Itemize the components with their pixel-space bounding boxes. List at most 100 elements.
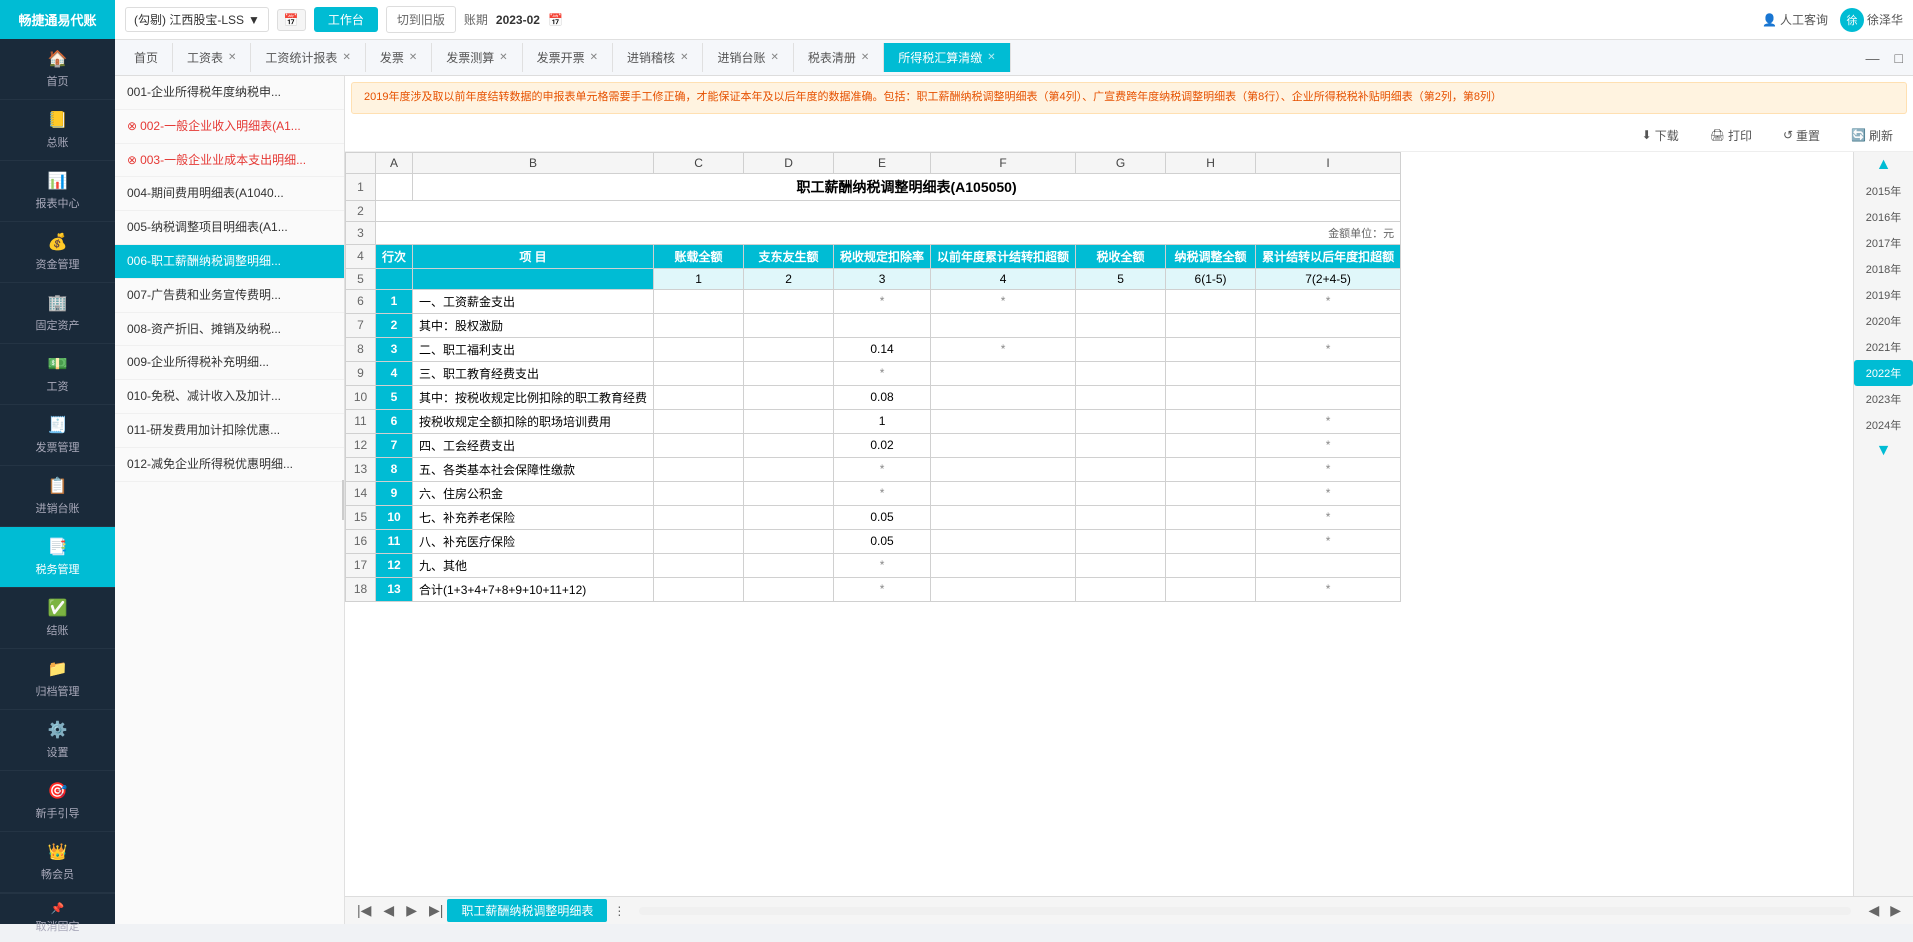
toolbar: ⬇ 下载 🖨 打印 ↺ 重置 🔄 刷新	[345, 120, 1913, 152]
table-row[interactable]: 8 3 二、职工福利支出 0.14 * *	[346, 337, 1401, 361]
sidebar-item-ledger[interactable]: 📒 总账	[0, 100, 115, 161]
table-row[interactable]: 17 12 九、其他 *	[346, 553, 1401, 577]
sidebar: 畅捷通易代账 🏠 首页 📒 总账 📊 报表中心 💰 资金管理 🏢 固定资产 💵 …	[0, 0, 115, 924]
unpin-button[interactable]: 📌 取消固定	[0, 894, 115, 942]
reports-icon: 📊	[48, 171, 68, 191]
tab-close-register[interactable]: ✕	[861, 52, 869, 63]
tab-invoice-calc[interactable]: 发票测算 ✕	[432, 43, 522, 72]
horizontal-scrollbar[interactable]	[639, 907, 1851, 915]
sheet-next-button[interactable]: ▶	[402, 900, 421, 921]
table-row[interactable]: 10 5 其中：按税收规定比例扣除的职工教育经费 0.08	[346, 385, 1401, 409]
list-item-002[interactable]: ⊗002-一般企业收入明细表(A1...	[115, 110, 344, 144]
table-row[interactable]: 9 4 三、职工教育经费支出 *	[346, 361, 1401, 385]
year-2018[interactable]: 2018年	[1854, 256, 1913, 282]
table-row[interactable]: 6 1 一、工资薪金支出 * * *	[346, 289, 1401, 313]
year-2017[interactable]: 2017年	[1854, 230, 1913, 256]
table-row[interactable]: 15 10 七、补充养老保险 0.05 *	[346, 505, 1401, 529]
old-version-button[interactable]: 切到旧版	[386, 6, 456, 33]
sidebar-item-close[interactable]: ✅ 结账	[0, 588, 115, 649]
tab-collapse-button[interactable]: —	[1861, 48, 1885, 68]
list-item-009[interactable]: 009-企业所得税补充明细...	[115, 346, 344, 380]
sidebar-item-tax[interactable]: 📑 税务管理	[0, 527, 115, 588]
company-selector[interactable]: (勾剔) 江西股宝-LSS ▼	[125, 7, 269, 32]
sidebar-item-settings[interactable]: ⚙️ 设置	[0, 710, 115, 771]
year-2024[interactable]: 2024年	[1854, 412, 1913, 438]
tab-salary-stats[interactable]: 工资统计报表 ✕	[251, 43, 365, 72]
tab-close-trade[interactable]: ✕	[770, 52, 778, 63]
year-2016[interactable]: 2016年	[1854, 204, 1913, 230]
tab-close-income[interactable]: ✕	[987, 52, 995, 63]
table-row[interactable]: 13 8 五、各类基本社会保障性缴款 * *	[346, 457, 1401, 481]
download-button[interactable]: ⬇ 下载	[1634, 124, 1687, 147]
tab-expand-button[interactable]: □	[1890, 48, 1908, 68]
sidebar-item-funds[interactable]: 💰 资金管理	[0, 222, 115, 283]
sidebar-item-reports[interactable]: 📊 报表中心	[0, 161, 115, 222]
year-2022[interactable]: 2022年	[1854, 360, 1913, 386]
sidebar-item-archive[interactable]: 📁 归档管理	[0, 649, 115, 710]
tab-close-stats[interactable]: ✕	[342, 52, 350, 63]
year-2023[interactable]: 2023年	[1854, 386, 1913, 412]
list-item-005[interactable]: 005-纳税调整项目明细表(A1...	[115, 211, 344, 245]
print-button[interactable]: 🖨 打印	[1702, 124, 1760, 147]
sidebar-item-trade[interactable]: 📋 进销台账	[0, 466, 115, 527]
tabs-bar: 首页 工资表 ✕ 工资统计报表 ✕ 发票 ✕ 发票测算 ✕ 发票开票 ✕ 进销稽…	[115, 40, 1913, 76]
sheet-prev-button[interactable]: ◀	[379, 900, 398, 921]
refresh-icon: 🔄	[1851, 128, 1866, 142]
reset-button[interactable]: ↺ 重置	[1775, 124, 1828, 147]
tab-trade-ledger[interactable]: 进销台账 ✕	[703, 43, 793, 72]
table-row[interactable]: 11 6 按税收规定全额扣除的职场培训费用 1 *	[346, 409, 1401, 433]
year-scroll-down[interactable]: ▼	[1854, 438, 1913, 464]
sidebar-item-invoice[interactable]: 🧾 发票管理	[0, 405, 115, 466]
tab-home[interactable]: 首页	[120, 43, 173, 72]
tab-close-salary[interactable]: ✕	[228, 52, 236, 63]
sheet-last-button[interactable]: ▶|	[425, 900, 447, 921]
spreadsheet-area[interactable]: A B C D E F G H I 1	[345, 152, 1851, 896]
home-icon: 🏠	[48, 49, 68, 69]
year-scroll-up[interactable]: ▲	[1854, 152, 1913, 178]
tab-close-check[interactable]: ✕	[680, 52, 688, 63]
refresh-button[interactable]: 🔄 刷新	[1843, 124, 1901, 147]
tab-income-tax[interactable]: 所得税汇算清缴 ✕	[884, 43, 1010, 72]
sheet-first-button[interactable]: |◀	[353, 900, 375, 921]
year-2019[interactable]: 2019年	[1854, 282, 1913, 308]
table-row[interactable]: 7 2 其中：股权激励	[346, 313, 1401, 337]
sidebar-item-home[interactable]: 🏠 首页	[0, 39, 115, 100]
workbench-button[interactable]: 工作台	[314, 7, 378, 32]
tab-tax-register[interactable]: 税表清册 ✕	[794, 43, 884, 72]
year-2020[interactable]: 2020年	[1854, 308, 1913, 334]
list-item-008[interactable]: 008-资产折旧、摊销及纳税...	[115, 313, 344, 347]
tab-close-issue[interactable]: ✕	[590, 52, 598, 63]
customer-service-button[interactable]: 👤 人工客询	[1762, 11, 1828, 28]
table-row[interactable]: 12 7 四、工会经费支出 0.02 *	[346, 433, 1401, 457]
year-2021[interactable]: 2021年	[1854, 334, 1913, 360]
calendar-icon-button[interactable]: 📅	[277, 9, 306, 31]
tab-close-invoice[interactable]: ✕	[409, 52, 417, 63]
table-row[interactable]: 18 13 合计(1+3+4+7+8+9+10+11+12) * *	[346, 577, 1401, 601]
calendar-period-icon[interactable]: 📅	[548, 13, 563, 27]
scroll-right-button[interactable]: ▶	[1886, 900, 1905, 921]
list-item-012[interactable]: 012-减免企业所得税优惠明细...	[115, 448, 344, 482]
tab-close-calc[interactable]: ✕	[499, 52, 507, 63]
sidebar-item-assets[interactable]: 🏢 固定资产	[0, 283, 115, 344]
sidebar-item-salary[interactable]: 💵 工资	[0, 344, 115, 405]
tab-purchase-sales-check[interactable]: 进销稽核 ✕	[613, 43, 703, 72]
table-row[interactable]: 16 11 八、补充医疗保险 0.05 *	[346, 529, 1401, 553]
user-menu[interactable]: 徐 徐泽华	[1840, 8, 1903, 32]
list-item-011[interactable]: 011-研发费用加计扣除优惠...	[115, 414, 344, 448]
list-item-003[interactable]: ⊗003-一般企业业成本支出明细...	[115, 144, 344, 178]
scroll-left-button[interactable]: ◀	[1864, 900, 1883, 921]
list-item-007[interactable]: 007-广告费和业务宣传费明...	[115, 279, 344, 313]
bottom-sheet-tab[interactable]: 职工薪酬纳税调整明细表	[447, 899, 607, 922]
sidebar-item-member[interactable]: 👑 畅会员	[0, 832, 115, 893]
year-2015[interactable]: 2015年	[1854, 178, 1913, 204]
tab-salary-sheet[interactable]: 工资表 ✕	[173, 43, 251, 72]
tab-invoice[interactable]: 发票 ✕	[366, 43, 432, 72]
tab-invoice-issue[interactable]: 发票开票 ✕	[523, 43, 613, 72]
sheet-options-button[interactable]: ⋮	[607, 904, 631, 918]
list-item-006[interactable]: 006-职工薪酬纳税调整明细...	[115, 245, 344, 279]
list-item-004[interactable]: 004-期间费用明细表(A1040...	[115, 177, 344, 211]
list-item-001[interactable]: 001-企业所得税年度纳税申...	[115, 76, 344, 110]
sidebar-item-guide[interactable]: 🎯 新手引导	[0, 771, 115, 832]
list-item-010[interactable]: 010-免税、减计收入及加计...	[115, 380, 344, 414]
table-row[interactable]: 14 9 六、住房公积金 * *	[346, 481, 1401, 505]
